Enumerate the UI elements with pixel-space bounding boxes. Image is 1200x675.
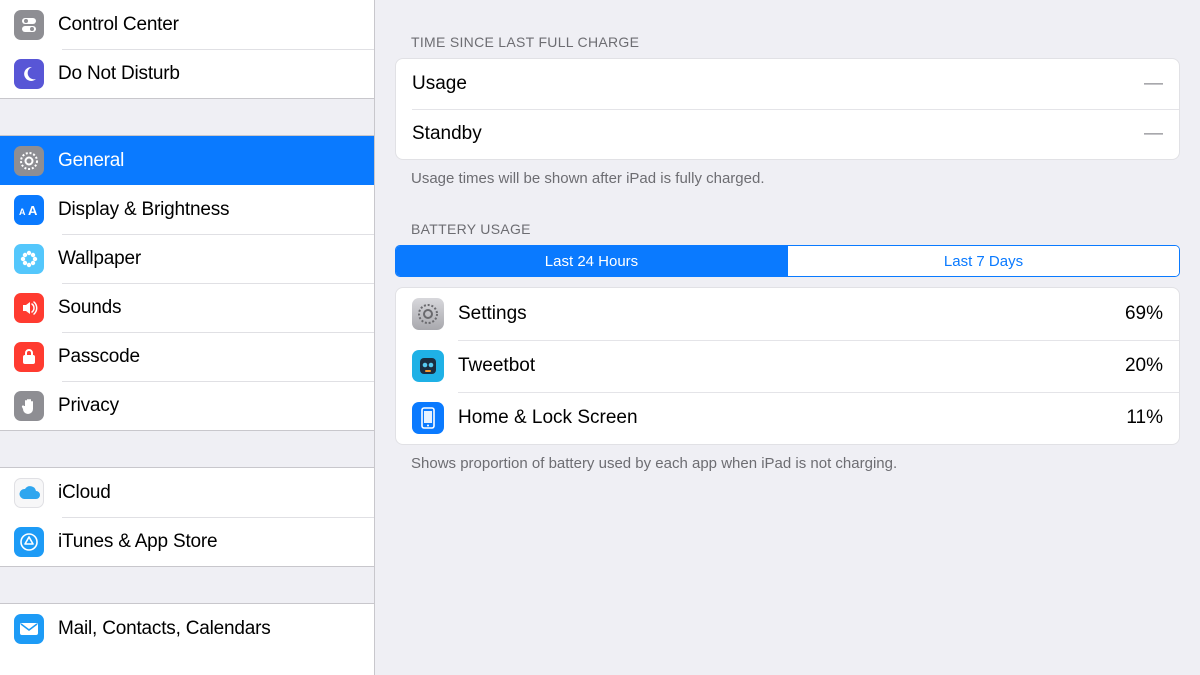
segment-last-7-days[interactable]: Last 7 Days [787,246,1179,276]
speaker-icon [14,293,44,323]
row-value: — [1144,123,1163,145]
cloud-icon [14,478,44,508]
sidebar-item-label: Do Not Disturb [58,63,180,85]
svg-text:A: A [28,203,38,217]
sidebar-item-label: Wallpaper [58,248,141,270]
sidebar-item-control-center[interactable]: Control Center [0,0,374,49]
sidebar-gap [0,431,374,467]
battery-usage-list: Settings 69% Tweetbot 20% Home & Lock Sc… [395,287,1180,445]
gear-icon [14,146,44,176]
sidebar-item-label: iTunes & App Store [58,531,217,553]
sidebar-item-wallpaper[interactable]: Wallpaper [0,234,374,283]
app-row-settings[interactable]: Settings 69% [396,288,1179,340]
sidebar-gap [0,99,374,135]
detail-pane: TIME SINCE LAST FULL CHARGE Usage — Stan… [375,0,1200,675]
sidebar-item-general[interactable]: General [0,136,374,185]
tweetbot-app-icon [412,350,444,382]
sidebar-group-2: General AA Display & Brightness Wallpape… [0,135,374,431]
moon-icon [14,59,44,89]
sidebar-item-label: Passcode [58,346,140,368]
sidebar-item-label: Mail, Contacts, Calendars [58,618,271,640]
sidebar-item-display-brightness[interactable]: AA Display & Brightness [0,185,374,234]
settings-sidebar: Control Center Do Not Disturb General AA [0,0,375,675]
text-size-icon: AA [14,195,44,225]
lock-icon [14,342,44,372]
row-value: — [1144,73,1163,95]
app-name: Settings [458,303,1125,325]
sidebar-group-1: Control Center Do Not Disturb [0,0,374,99]
app-percent: 69% [1125,303,1163,325]
sidebar-item-privacy[interactable]: Privacy [0,381,374,430]
app-name: Home & Lock Screen [458,407,1126,429]
section-header-battery-usage: BATTERY USAGE [411,221,1164,237]
sidebar-item-label: Display & Brightness [58,199,229,221]
sidebar-item-mail[interactable]: Mail, Contacts, Calendars [0,604,374,653]
time-since-list: Usage — Standby — [395,58,1180,160]
svg-text:A: A [19,207,26,217]
sidebar-group-3: iCloud iTunes & App Store [0,467,374,567]
app-row-tweetbot[interactable]: Tweetbot 20% [396,340,1179,392]
settings-app-icon [412,298,444,330]
row-label: Standby [412,123,1144,145]
toggles-icon [14,10,44,40]
sidebar-group-4: Mail, Contacts, Calendars [0,603,374,653]
appstore-icon [14,527,44,557]
mail-icon [14,614,44,644]
segment-last-24-hours[interactable]: Last 24 Hours [396,246,787,276]
sidebar-gap [0,567,374,603]
app-row-home-lock-screen[interactable]: Home & Lock Screen 11% [396,392,1179,444]
sidebar-item-label: Sounds [58,297,121,319]
flower-icon [14,244,44,274]
section-footer-time-since: Usage times will be shown after iPad is … [411,170,1164,187]
row-label: Usage [412,73,1144,95]
section-footer-battery-usage: Shows proportion of battery used by each… [411,455,1164,472]
sidebar-item-itunes[interactable]: iTunes & App Store [0,517,374,566]
hand-icon [14,391,44,421]
section-header-time-since: TIME SINCE LAST FULL CHARGE [411,34,1164,50]
sidebar-item-passcode[interactable]: Passcode [0,332,374,381]
sidebar-item-icloud[interactable]: iCloud [0,468,374,517]
home-lock-app-icon [412,402,444,434]
sidebar-item-do-not-disturb[interactable]: Do Not Disturb [0,49,374,98]
settings-app: Control Center Do Not Disturb General AA [0,0,1200,675]
row-standby[interactable]: Standby — [396,109,1179,159]
sidebar-item-sounds[interactable]: Sounds [0,283,374,332]
app-percent: 20% [1125,355,1163,377]
sidebar-item-label: General [58,150,124,172]
row-usage[interactable]: Usage — [396,59,1179,109]
sidebar-item-label: Privacy [58,395,119,417]
sidebar-item-label: Control Center [58,14,179,36]
sidebar-item-label: iCloud [58,482,111,504]
app-percent: 11% [1126,407,1163,429]
battery-period-segmented: Last 24 Hours Last 7 Days [395,245,1180,277]
app-name: Tweetbot [458,355,1125,377]
